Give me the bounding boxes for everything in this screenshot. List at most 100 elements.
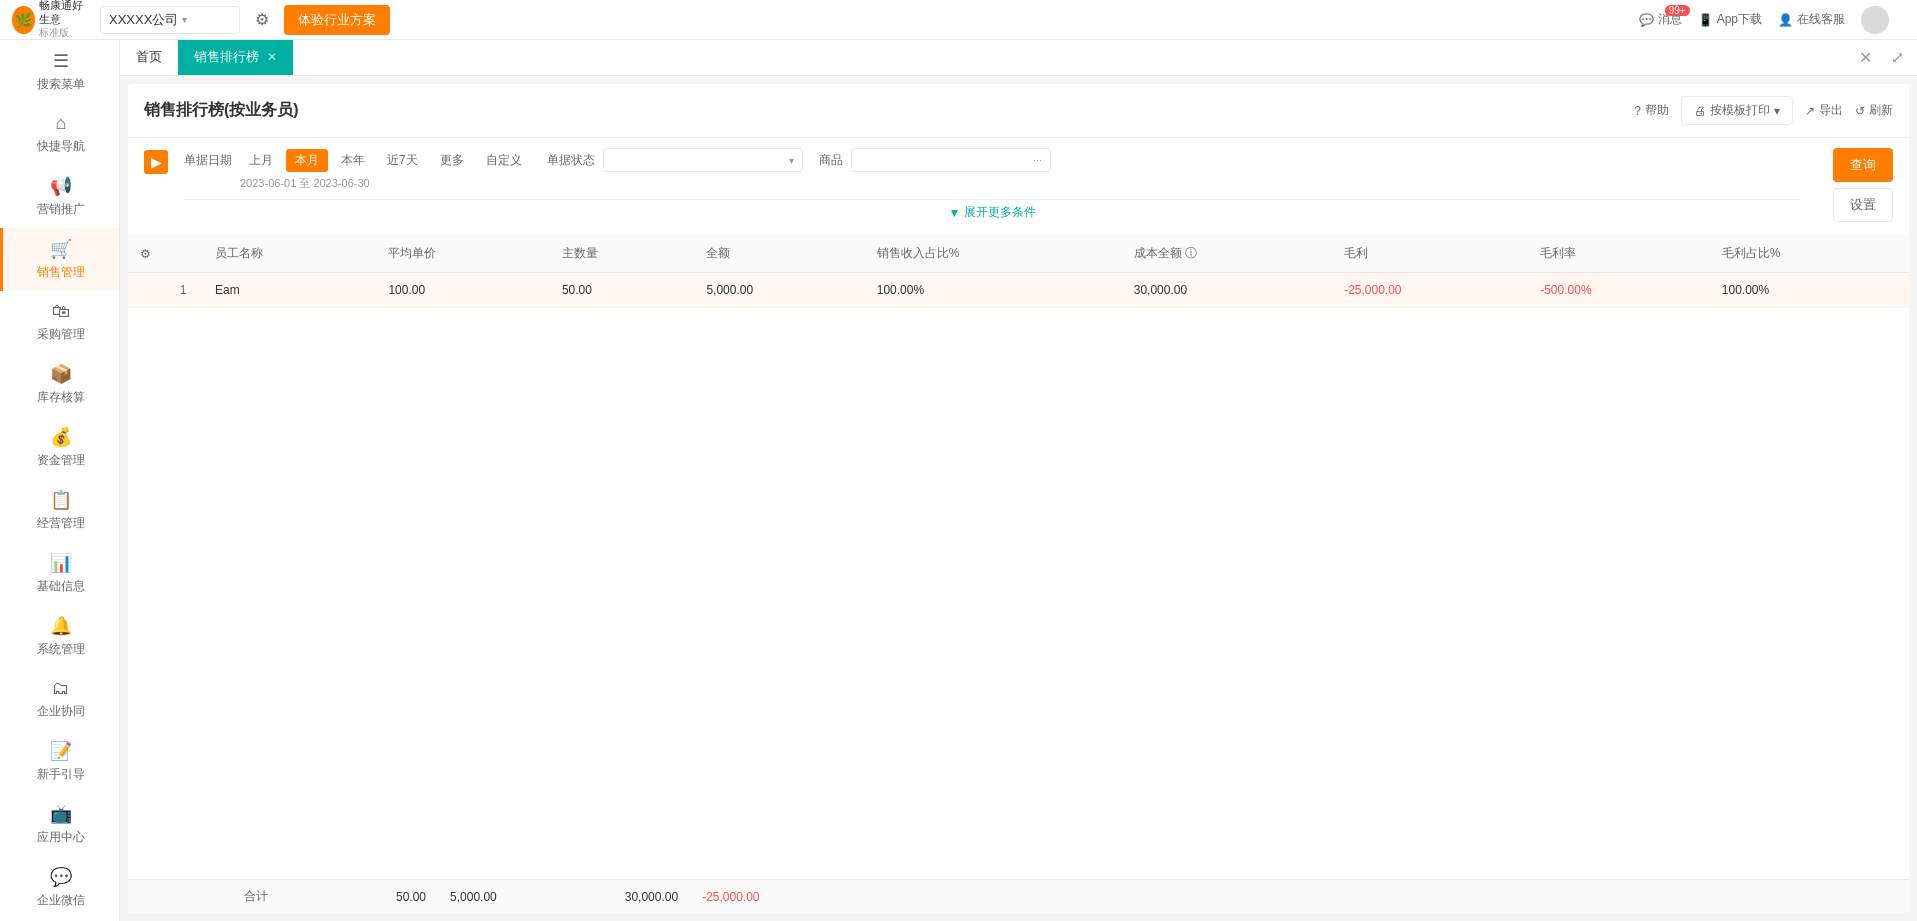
date-filter-label: 单据日期 bbox=[184, 152, 232, 169]
sidebar-item-marketing[interactable]: 📢 营销推广 bbox=[0, 165, 119, 228]
row-quantity: 50.00 bbox=[550, 273, 695, 308]
col-header-sales-pct: 销售收入占比% bbox=[865, 235, 1122, 273]
table-header-row: ⚙ 员工名称 平均单价 主数量 全额 销售收入占比% 成本全额 ⓘ 毛利 毛利率 bbox=[128, 235, 1909, 273]
page-content: 销售排行榜(按业务员) ? 帮助 🖨 按模板打印 ▾ ↗ bbox=[120, 76, 1917, 921]
date-opt-last-month[interactable]: 上月 bbox=[240, 149, 282, 172]
help-button[interactable]: ? 帮助 bbox=[1634, 102, 1669, 119]
export-icon: ↗ bbox=[1805, 104, 1815, 118]
data-table: ⚙ 员工名称 平均单价 主数量 全额 销售收入占比% 成本全额 ⓘ 毛利 毛利率 bbox=[128, 235, 1909, 308]
goods-filter: 商品 ··· bbox=[819, 148, 1051, 172]
service-icon: 👤 bbox=[1778, 13, 1793, 27]
table-body: 1 Eam 100.00 50.00 5,000.00 100.00% 30,0… bbox=[128, 273, 1909, 308]
baseinfo-icon: 📊 bbox=[50, 552, 72, 574]
sidebar-label-operations: 经营管理 bbox=[37, 515, 85, 532]
row-settings-icon bbox=[128, 273, 163, 308]
query-section: 查询 设置 bbox=[1817, 138, 1909, 232]
tab-bar-actions: ✕ ⤢ bbox=[1853, 46, 1917, 70]
status-select[interactable]: ▾ bbox=[603, 148, 803, 172]
sidebar-item-inventory[interactable]: 📦 库存核算 bbox=[0, 353, 119, 416]
row-gross-pct: 100.00% bbox=[1710, 273, 1909, 308]
tab-home[interactable]: 首页 bbox=[120, 40, 178, 75]
row-sales-pct: 100.00% bbox=[865, 273, 1122, 308]
message-badge: 99+ bbox=[1665, 5, 1690, 16]
logo-subtitle: 标准版 bbox=[39, 26, 92, 40]
sidebar-item-baseinfo[interactable]: 📊 基础信息 bbox=[0, 542, 119, 605]
tab-maximize-icon[interactable]: ⤢ bbox=[1885, 46, 1909, 70]
refresh-button[interactable]: ↺ 刷新 bbox=[1855, 102, 1893, 119]
corp-icon: 🗂 bbox=[52, 678, 70, 699]
col-header-name: 员工名称 bbox=[203, 235, 376, 273]
logo: 🌿 畅康通好生意 标准版 bbox=[12, 0, 92, 40]
date-opt-more[interactable]: 更多 bbox=[431, 149, 473, 172]
date-opt-this-year[interactable]: 本年 bbox=[332, 149, 374, 172]
company-selector[interactable]: XXXXX公司 ▾ bbox=[100, 6, 240, 34]
search-icon: ☰ bbox=[53, 50, 69, 72]
settings-icon[interactable]: ⚙ bbox=[248, 6, 276, 34]
row-cost: 30,000.00 bbox=[1122, 273, 1332, 308]
col-header-gross: 毛利 bbox=[1332, 235, 1528, 273]
sidebar-item-purchase[interactable]: 🛍 采购管理 bbox=[0, 291, 119, 353]
goods-select[interactable]: ··· bbox=[851, 148, 1051, 172]
tab-home-label: 首页 bbox=[136, 48, 162, 66]
sidebar-label-corpwechat: 企业微信 bbox=[37, 892, 85, 909]
export-button[interactable]: ↗ 导出 bbox=[1805, 102, 1843, 119]
content-area: 首页 销售排行榜 ✕ ✕ ⤢ 销售排行榜(按业务员) ? bbox=[120, 40, 1917, 921]
system-icon: 🔔 bbox=[50, 615, 72, 637]
chevron-down-icon: ▾ bbox=[182, 14, 187, 25]
footer-cost: 30,000.00 bbox=[625, 890, 678, 904]
logo-text-block: 畅康通好生意 标准版 bbox=[39, 0, 92, 40]
operations-icon: 📋 bbox=[50, 489, 72, 511]
app-download-button[interactable]: 📱 App下载 bbox=[1698, 11, 1762, 28]
inventory-icon: 📦 bbox=[50, 363, 72, 385]
sidebar-item-finance[interactable]: 💰 资金管理 bbox=[0, 416, 119, 479]
page-header: 销售排行榜(按业务员) ? 帮助 🖨 按模板打印 ▾ ↗ bbox=[128, 84, 1909, 138]
sidebar-item-corpwechat[interactable]: 💬 企业微信 bbox=[0, 856, 119, 919]
date-opt-7days[interactable]: 近7天 bbox=[378, 149, 427, 172]
main-container: ☰ 搜索菜单 ⌂ 快捷导航 📢 营销推广 🛒 销售管理 🛍 采购管理 📦 库存核… bbox=[0, 40, 1917, 921]
col-header-settings[interactable]: ⚙ bbox=[128, 235, 163, 273]
print-button[interactable]: 🖨 按模板打印 ▾ bbox=[1681, 96, 1793, 125]
sidebar-label-guide: 新手引导 bbox=[37, 766, 85, 783]
sidebar-item-quicknav[interactable]: ⌂ 快捷导航 bbox=[0, 103, 119, 165]
service-label: 在线客服 bbox=[1797, 11, 1845, 28]
sidebar-item-system[interactable]: 🔔 系统管理 bbox=[0, 605, 119, 668]
sidebar-item-sales[interactable]: 🛒 销售管理 bbox=[0, 228, 119, 291]
footer-label: 合计 bbox=[244, 888, 268, 905]
print-icon: 🖨 bbox=[1694, 104, 1706, 118]
sidebar-item-guide[interactable]: 📝 新手引导 bbox=[0, 730, 119, 793]
col-header-rank bbox=[163, 235, 203, 273]
date-filter: 单据日期 上月 本月 本年 近7天 更多 自定义 bbox=[184, 149, 531, 172]
corpwechat-icon: 💬 bbox=[50, 866, 72, 888]
tab-close-window-icon[interactable]: ✕ bbox=[1853, 46, 1877, 70]
tab-sales-rank[interactable]: 销售排行榜 ✕ bbox=[178, 40, 293, 75]
help-label: 帮助 bbox=[1645, 102, 1669, 119]
logo-title: 畅康通好生意 bbox=[39, 0, 92, 26]
table-row[interactable]: 1 Eam 100.00 50.00 5,000.00 100.00% 30,0… bbox=[128, 273, 1909, 308]
tab-close-icon[interactable]: ✕ bbox=[267, 50, 277, 64]
sidebar-item-corp-collab[interactable]: 🗂 企业协同 bbox=[0, 668, 119, 730]
setting-button[interactable]: 设置 bbox=[1833, 188, 1893, 222]
trial-button[interactable]: 体验行业方案 bbox=[284, 5, 390, 35]
guide-icon: 📝 bbox=[50, 740, 72, 762]
online-service-button[interactable]: 👤 在线客服 bbox=[1778, 11, 1845, 28]
finance-icon: 💰 bbox=[50, 426, 72, 448]
expand-more-button[interactable]: ▼ 展开更多条件 bbox=[184, 199, 1801, 225]
sidebar-label-search: 搜索菜单 bbox=[37, 76, 85, 93]
footer-quantity: 50.00 bbox=[396, 890, 426, 904]
refresh-icon: ↺ bbox=[1855, 104, 1865, 118]
avatar[interactable] bbox=[1861, 6, 1889, 34]
row-rank: 1 bbox=[163, 273, 203, 308]
message-button[interactable]: 💬 消息 99+ bbox=[1639, 11, 1682, 28]
date-opt-this-month[interactable]: 本月 bbox=[286, 149, 328, 172]
sidebar-item-operations[interactable]: 📋 经营管理 bbox=[0, 479, 119, 542]
row-gross: -25,000.00 bbox=[1332, 273, 1528, 308]
sales-icon: 🛒 bbox=[50, 238, 72, 260]
sidebar-label-baseinfo: 基础信息 bbox=[37, 578, 85, 595]
filter-toggle-arrow[interactable]: ▶ bbox=[144, 150, 168, 174]
expand-icon: ▼ bbox=[949, 206, 961, 220]
sidebar-item-appcenter[interactable]: 📺 应用中心 bbox=[0, 793, 119, 856]
date-opt-custom[interactable]: 自定义 bbox=[477, 149, 531, 172]
status-select-value bbox=[612, 153, 615, 167]
sidebar-item-search[interactable]: ☰ 搜索菜单 bbox=[0, 40, 119, 103]
query-button[interactable]: 查询 bbox=[1833, 148, 1893, 182]
